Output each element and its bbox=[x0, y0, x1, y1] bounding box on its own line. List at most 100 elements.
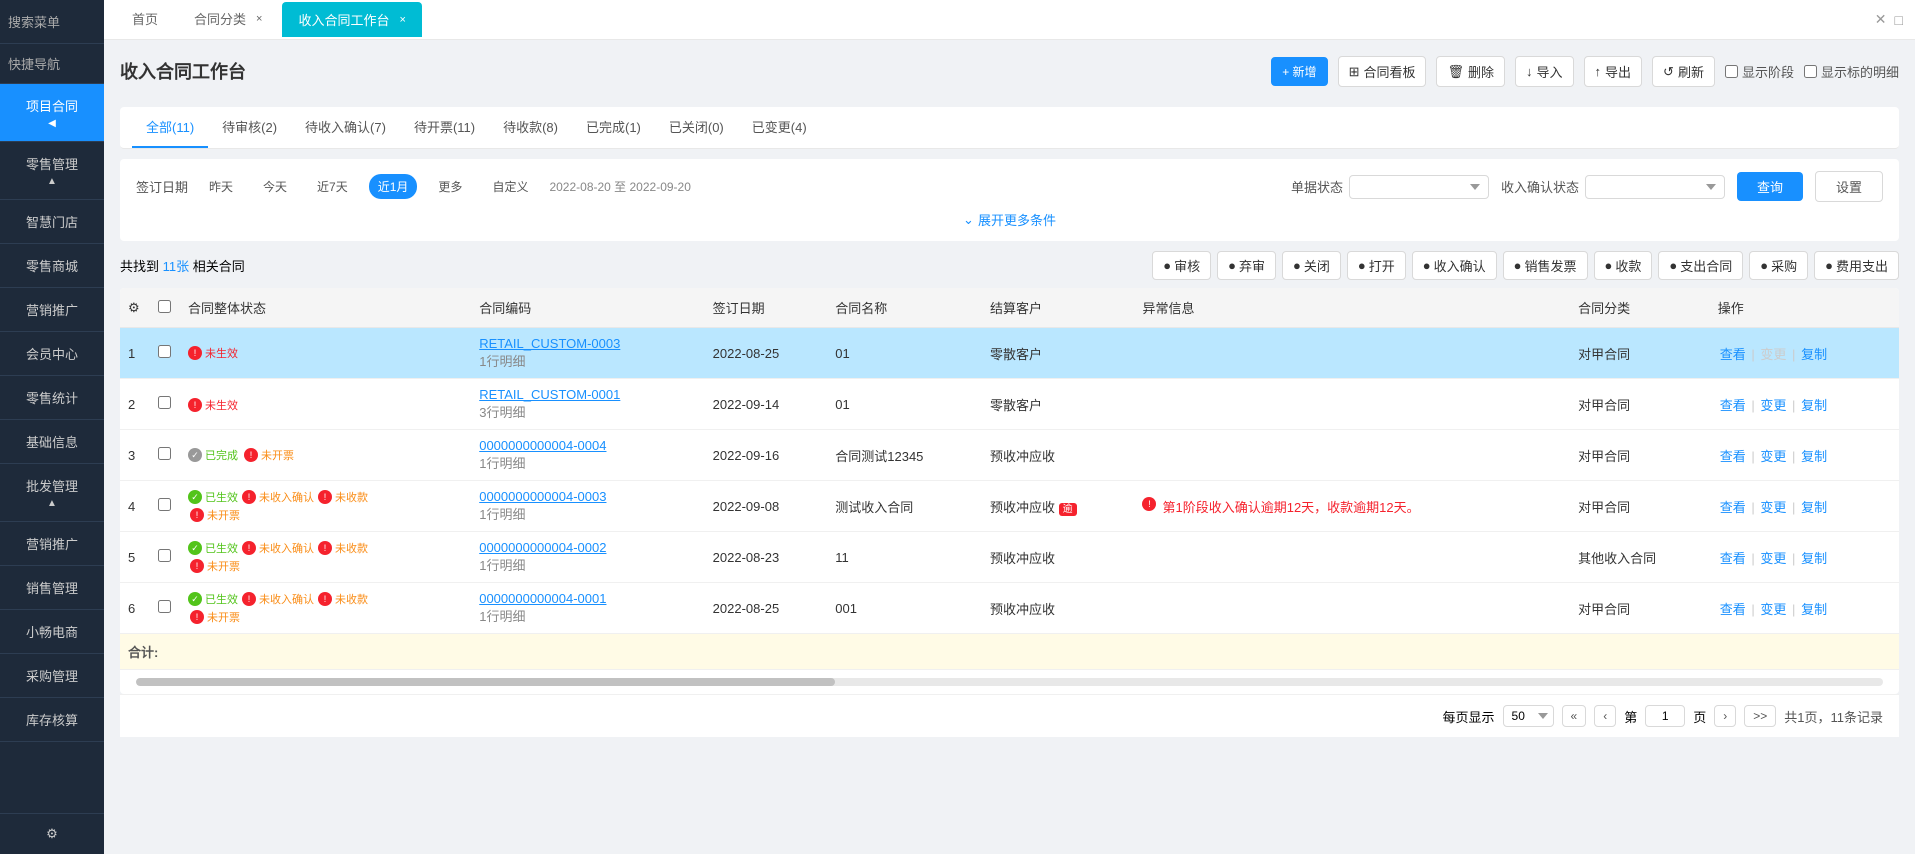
tab-contract-category[interactable]: 合同分类 × bbox=[178, 1, 278, 38]
last-page-btn[interactable]: >> bbox=[1744, 705, 1776, 727]
sidebar-item-project[interactable]: 项目合同 ◀ bbox=[0, 84, 104, 142]
filter-tab-closed[interactable]: 已关闭(0) bbox=[655, 107, 738, 148]
income-confirm-select[interactable] bbox=[1585, 175, 1725, 199]
page-number-input[interactable] bbox=[1645, 705, 1685, 727]
set-button[interactable]: 设置 bbox=[1815, 171, 1883, 202]
query-button[interactable]: 查询 bbox=[1737, 172, 1803, 201]
date-btn-yesterday[interactable]: 昨天 bbox=[200, 174, 242, 199]
view-link[interactable]: 查看 bbox=[1720, 347, 1746, 362]
date-btn-more[interactable]: 更多 bbox=[429, 174, 471, 199]
sidebar-item-purchase[interactable]: 采购管理 bbox=[0, 654, 104, 698]
contract-link[interactable]: RETAIL_CUSTOM-0001 bbox=[479, 387, 620, 402]
show-stages-checkbox[interactable] bbox=[1725, 65, 1738, 78]
sidebar-item-basic-info[interactable]: 基础信息 bbox=[0, 420, 104, 464]
view-link[interactable]: 查看 bbox=[1720, 398, 1746, 413]
close-btn[interactable]: ● 关闭 bbox=[1282, 251, 1341, 280]
row-checkbox[interactable] bbox=[150, 481, 180, 532]
select-all-checkbox[interactable] bbox=[158, 300, 171, 313]
delete-button[interactable]: 🗑 删除 bbox=[1436, 56, 1505, 87]
sales-invoice-btn[interactable]: ● 销售发票 bbox=[1503, 251, 1588, 280]
horizontal-scrollbar[interactable] bbox=[136, 678, 1883, 686]
export-button[interactable]: ↑ 导出 bbox=[1584, 56, 1643, 87]
sidebar-item-xiaochang[interactable]: 小畅电商 bbox=[0, 610, 104, 654]
change-link[interactable]: 变更 bbox=[1760, 602, 1786, 617]
review-btn[interactable]: ● 审核 bbox=[1152, 251, 1211, 280]
tab-income-contract[interactable]: 收入合同工作台 × bbox=[282, 2, 421, 37]
row-checkbox[interactable] bbox=[150, 583, 180, 634]
purchase-btn[interactable]: ● 采购 bbox=[1749, 251, 1808, 280]
contract-link[interactable]: RETAIL_CUSTOM-0003 bbox=[479, 336, 620, 351]
filter-tab-pending-invoice[interactable]: 待开票(11) bbox=[400, 107, 489, 148]
sidebar-item-inventory[interactable]: 库存核算 bbox=[0, 698, 104, 742]
change-link[interactable]: 变更 bbox=[1760, 551, 1786, 566]
sidebar-search[interactable]: 搜索菜单 bbox=[0, 0, 104, 44]
view-link[interactable]: 查看 bbox=[1720, 449, 1746, 464]
copy-link[interactable]: 复制 bbox=[1801, 347, 1827, 362]
doc-status-select[interactable] bbox=[1349, 175, 1489, 199]
change-link[interactable]: 变更 bbox=[1760, 398, 1786, 413]
sidebar-item-wholesale[interactable]: 批发管理 ▲ bbox=[0, 464, 104, 522]
date-btn-custom[interactable]: 自定义 bbox=[483, 174, 537, 199]
tab-home[interactable]: 首页 bbox=[116, 1, 174, 38]
contract-link[interactable]: 0000000000004-0001 bbox=[479, 591, 606, 606]
copy-link[interactable]: 复制 bbox=[1801, 449, 1827, 464]
view-link[interactable]: 查看 bbox=[1720, 500, 1746, 515]
sidebar-item-retail-stats[interactable]: 零售统计 bbox=[0, 376, 104, 420]
sidebar-item-retail[interactable]: 零售管理 ▲ bbox=[0, 142, 104, 200]
date-btn-1month[interactable]: 近1月 bbox=[369, 174, 418, 199]
sidebar-item-retail-mall[interactable]: 零售商城 bbox=[0, 244, 104, 288]
view-link[interactable]: 查看 bbox=[1720, 602, 1746, 617]
print-btn[interactable]: ● 打开 bbox=[1347, 251, 1406, 280]
next-page-btn[interactable]: › bbox=[1714, 705, 1736, 727]
payment-btn[interactable]: ● 收款 bbox=[1594, 251, 1653, 280]
filter-tab-pending-confirm[interactable]: 待收入确认(7) bbox=[291, 107, 400, 148]
sidebar-item-marketing[interactable]: 营销推广 bbox=[0, 288, 104, 332]
page-size-select[interactable]: 10 20 50 100 bbox=[1503, 705, 1554, 727]
maximize-window-icon[interactable]: □ bbox=[1895, 12, 1903, 28]
expand-conditions-button[interactable]: ⌄ 展开更多条件 bbox=[963, 210, 1056, 229]
sidebar-settings[interactable]: ⚙ bbox=[0, 813, 104, 854]
abandon-btn[interactable]: ● 弃审 bbox=[1217, 251, 1276, 280]
change-link[interactable]: 变更 bbox=[1760, 449, 1786, 464]
row-checkbox[interactable] bbox=[150, 430, 180, 481]
sidebar-item-member[interactable]: 会员中心 bbox=[0, 332, 104, 376]
copy-link[interactable]: 复制 bbox=[1801, 551, 1827, 566]
contract-link[interactable]: 0000000000004-0004 bbox=[479, 438, 606, 453]
row-checkbox[interactable] bbox=[150, 379, 180, 430]
close-window-icon[interactable]: ✕ bbox=[1875, 11, 1887, 28]
row-checkbox[interactable] bbox=[150, 328, 180, 379]
refresh-button[interactable]: ↺ 刷新 bbox=[1652, 56, 1715, 87]
contract-link[interactable]: 0000000000004-0003 bbox=[479, 489, 606, 504]
out-contract-btn[interactable]: ● 支出合同 bbox=[1658, 251, 1743, 280]
close-tab-income-contract[interactable]: × bbox=[399, 14, 405, 26]
import-button[interactable]: ↓ 导入 bbox=[1515, 56, 1574, 87]
row-checkbox[interactable] bbox=[150, 532, 180, 583]
contract-link[interactable]: 0000000000004-0002 bbox=[479, 540, 606, 555]
date-btn-7days[interactable]: 近7天 bbox=[308, 174, 357, 199]
kanban-button[interactable]: ⊞ 合同看板 bbox=[1338, 56, 1427, 87]
copy-link[interactable]: 复制 bbox=[1801, 602, 1827, 617]
sidebar-item-sales-marketing[interactable]: 营销推广 bbox=[0, 522, 104, 566]
col-settings[interactable]: ⚙ bbox=[120, 288, 150, 328]
expense-btn[interactable]: ● 费用支出 bbox=[1814, 251, 1899, 280]
add-button[interactable]: + 新增 bbox=[1271, 57, 1327, 86]
change-link[interactable]: 变更 bbox=[1760, 500, 1786, 515]
show-marks-checkbox[interactable] bbox=[1804, 65, 1817, 78]
income-confirm-btn[interactable]: ● 收入确认 bbox=[1412, 251, 1497, 280]
first-page-btn[interactable]: « bbox=[1562, 705, 1587, 727]
copy-link[interactable]: 复制 bbox=[1801, 500, 1827, 515]
sidebar-item-smart-store[interactable]: 智慧门店 bbox=[0, 200, 104, 244]
date-btn-today[interactable]: 今天 bbox=[254, 174, 296, 199]
copy-link[interactable]: 复制 bbox=[1801, 398, 1827, 413]
close-tab-contract-category[interactable]: × bbox=[256, 13, 262, 25]
filter-tab-pending-review[interactable]: 待审核(2) bbox=[208, 107, 291, 148]
filter-tab-completed[interactable]: 已完成(1) bbox=[572, 107, 655, 148]
view-link[interactable]: 查看 bbox=[1720, 551, 1746, 566]
sidebar-quick-nav[interactable]: 快捷导航 bbox=[0, 44, 104, 84]
filter-tab-changed[interactable]: 已变更(4) bbox=[738, 107, 821, 148]
filter-tab-pending-payment[interactable]: 待收款(8) bbox=[489, 107, 572, 148]
row-contract-name: 01 bbox=[827, 379, 982, 430]
sidebar-item-sales-mgmt[interactable]: 销售管理 bbox=[0, 566, 104, 610]
filter-tab-all[interactable]: 全部(11) bbox=[132, 107, 208, 148]
prev-page-btn[interactable]: ‹ bbox=[1594, 705, 1616, 727]
